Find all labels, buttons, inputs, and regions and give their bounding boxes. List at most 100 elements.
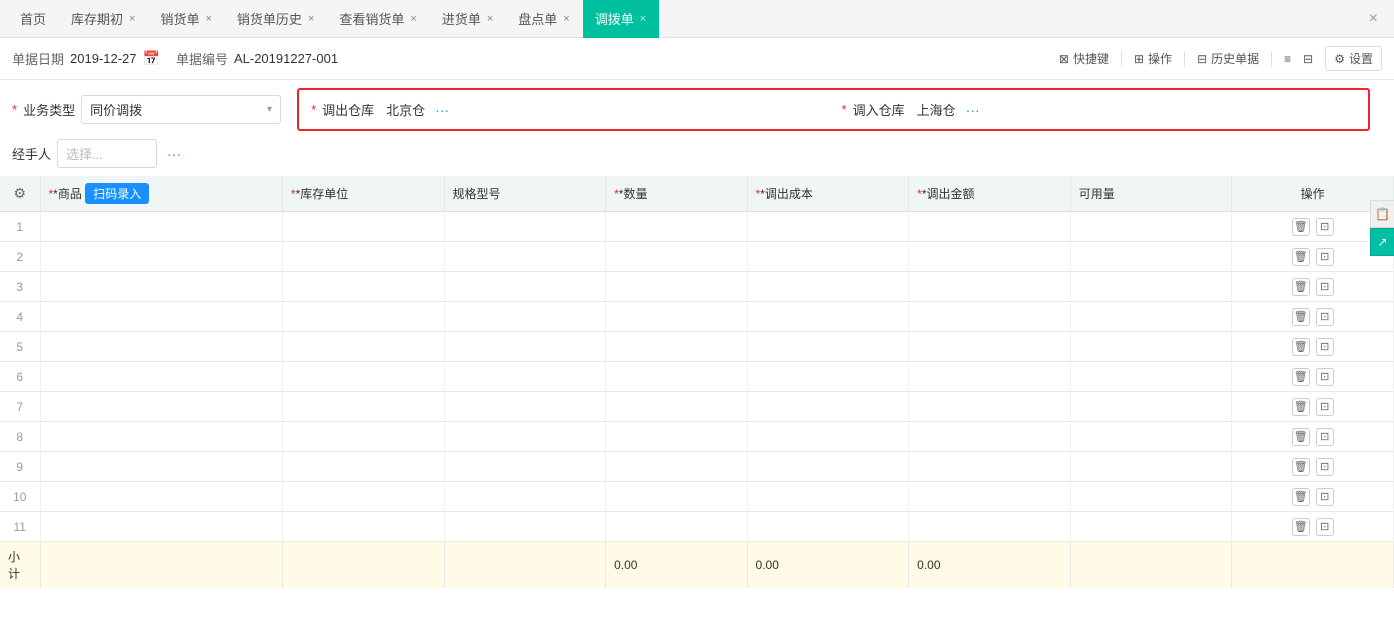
delete-row-icon[interactable]: 🗑 <box>1292 338 1310 356</box>
cell-qty[interactable] <box>606 242 747 272</box>
cell-cost[interactable] <box>747 242 909 272</box>
delete-row-icon[interactable]: 🗑 <box>1292 248 1310 266</box>
cell-unit[interactable] <box>282 512 444 542</box>
copy-row-icon[interactable]: ⊡ <box>1316 428 1334 446</box>
delete-row-icon[interactable]: 🗑 <box>1292 488 1310 506</box>
delete-row-icon[interactable]: 🗑 <box>1292 278 1310 296</box>
copy-row-icon[interactable]: ⊡ <box>1316 248 1334 266</box>
close-tab-stocktake[interactable]: × <box>563 13 569 25</box>
cell-qty[interactable] <box>606 392 747 422</box>
layout1-button[interactable]: ≡ <box>1284 52 1291 66</box>
cell-spec[interactable] <box>444 422 606 452</box>
cell-qty[interactable] <box>606 362 747 392</box>
shortcuts-button[interactable]: ⊠ 快捷键 <box>1059 50 1109 67</box>
cell-qty[interactable] <box>606 452 747 482</box>
close-tab-inventory-init[interactable]: × <box>129 13 135 25</box>
tab-stocktake[interactable]: 盘点单 × <box>506 0 582 38</box>
cell-goods[interactable] <box>40 512 282 542</box>
cell-goods[interactable] <box>40 422 282 452</box>
tab-home[interactable]: 首页 <box>8 0 59 38</box>
cell-spec[interactable] <box>444 482 606 512</box>
cell-unit[interactable] <box>282 392 444 422</box>
copy-row-icon[interactable]: ⊡ <box>1316 338 1334 356</box>
gear-icon[interactable]: ⚙ <box>13 185 26 201</box>
cell-qty[interactable] <box>606 512 747 542</box>
layout2-button[interactable]: ⊟ <box>1303 52 1313 66</box>
biz-type-input[interactable]: 同价调拨 ▾ <box>81 95 281 124</box>
cell-qty[interactable] <box>606 272 747 302</box>
cell-amount[interactable] <box>909 422 1071 452</box>
delete-row-icon[interactable]: 🗑 <box>1292 218 1310 236</box>
delete-row-icon[interactable]: 🗑 <box>1292 458 1310 476</box>
transfer-in-ellipsis[interactable]: ··· <box>962 102 984 118</box>
cell-amount[interactable] <box>909 362 1071 392</box>
cell-cost[interactable] <box>747 512 909 542</box>
cell-unit[interactable] <box>282 482 444 512</box>
cell-qty[interactable] <box>606 212 747 242</box>
cell-cost[interactable] <box>747 452 909 482</box>
cell-goods[interactable] <box>40 362 282 392</box>
float-doc-button[interactable]: 📋 <box>1370 200 1394 228</box>
cell-goods[interactable] <box>40 242 282 272</box>
cell-goods[interactable] <box>40 272 282 302</box>
transfer-out-ellipsis[interactable]: ··· <box>431 102 453 118</box>
cell-amount[interactable] <box>909 452 1071 482</box>
scan-button[interactable]: 扫码录入 <box>85 183 149 204</box>
tab-sales-history[interactable]: 销货单历史 × <box>225 0 327 38</box>
cell-unit[interactable] <box>282 302 444 332</box>
tab-transfer[interactable]: 调拨单 × <box>583 0 659 38</box>
cell-qty[interactable] <box>606 422 747 452</box>
copy-row-icon[interactable]: ⊡ <box>1316 278 1334 296</box>
float-share-button[interactable]: ↗ <box>1370 228 1394 256</box>
cell-spec[interactable] <box>444 362 606 392</box>
copy-row-icon[interactable]: ⊡ <box>1316 218 1334 236</box>
tab-inventory-init[interactable]: 库存期初 × <box>59 0 148 38</box>
cell-cost[interactable] <box>747 302 909 332</box>
cell-spec[interactable] <box>444 512 606 542</box>
cell-goods[interactable] <box>40 332 282 362</box>
operations-button[interactable]: ⊞ 操作 <box>1134 50 1172 67</box>
cell-unit[interactable] <box>282 212 444 242</box>
tab-view-sales[interactable]: 查看销货单 × <box>327 0 429 38</box>
cell-spec[interactable] <box>444 452 606 482</box>
cell-qty[interactable] <box>606 302 747 332</box>
cell-amount[interactable] <box>909 512 1071 542</box>
close-tab-sales-history[interactable]: × <box>308 13 314 25</box>
cell-goods[interactable] <box>40 392 282 422</box>
cell-spec[interactable] <box>444 332 606 362</box>
cell-cost[interactable] <box>747 362 909 392</box>
close-tab-purchase[interactable]: × <box>487 13 493 25</box>
cell-spec[interactable] <box>444 272 606 302</box>
cell-amount[interactable] <box>909 212 1071 242</box>
cell-cost[interactable] <box>747 482 909 512</box>
delete-row-icon[interactable]: 🗑 <box>1292 368 1310 386</box>
cell-unit[interactable] <box>282 242 444 272</box>
cell-amount[interactable] <box>909 392 1071 422</box>
close-tab-transfer[interactable]: × <box>640 13 646 25</box>
copy-row-icon[interactable]: ⊡ <box>1316 488 1334 506</box>
cell-unit[interactable] <box>282 272 444 302</box>
cell-unit[interactable] <box>282 452 444 482</box>
table-gear-header[interactable]: ⚙ <box>0 176 40 212</box>
copy-row-icon[interactable]: ⊡ <box>1316 308 1334 326</box>
cell-cost[interactable] <box>747 272 909 302</box>
copy-row-icon[interactable]: ⊡ <box>1316 518 1334 536</box>
close-tab-sales-order[interactable]: × <box>205 13 211 25</box>
cell-spec[interactable] <box>444 392 606 422</box>
settings-button[interactable]: ⚙ 设置 <box>1325 46 1382 71</box>
cell-amount[interactable] <box>909 242 1071 272</box>
handler-input[interactable]: 选择... <box>57 139 157 168</box>
cell-unit[interactable] <box>282 332 444 362</box>
delete-row-icon[interactable]: 🗑 <box>1292 308 1310 326</box>
handler-ellipsis[interactable]: ··· <box>163 146 185 162</box>
cell-amount[interactable] <box>909 302 1071 332</box>
cell-amount[interactable] <box>909 272 1071 302</box>
delete-row-icon[interactable]: 🗑 <box>1292 518 1310 536</box>
close-tab-view-sales[interactable]: × <box>410 13 416 25</box>
cell-spec[interactable] <box>444 242 606 272</box>
tab-sales-order[interactable]: 销货单 × <box>148 0 224 38</box>
cell-goods[interactable] <box>40 212 282 242</box>
cell-cost[interactable] <box>747 212 909 242</box>
cell-unit[interactable] <box>282 422 444 452</box>
cell-amount[interactable] <box>909 482 1071 512</box>
